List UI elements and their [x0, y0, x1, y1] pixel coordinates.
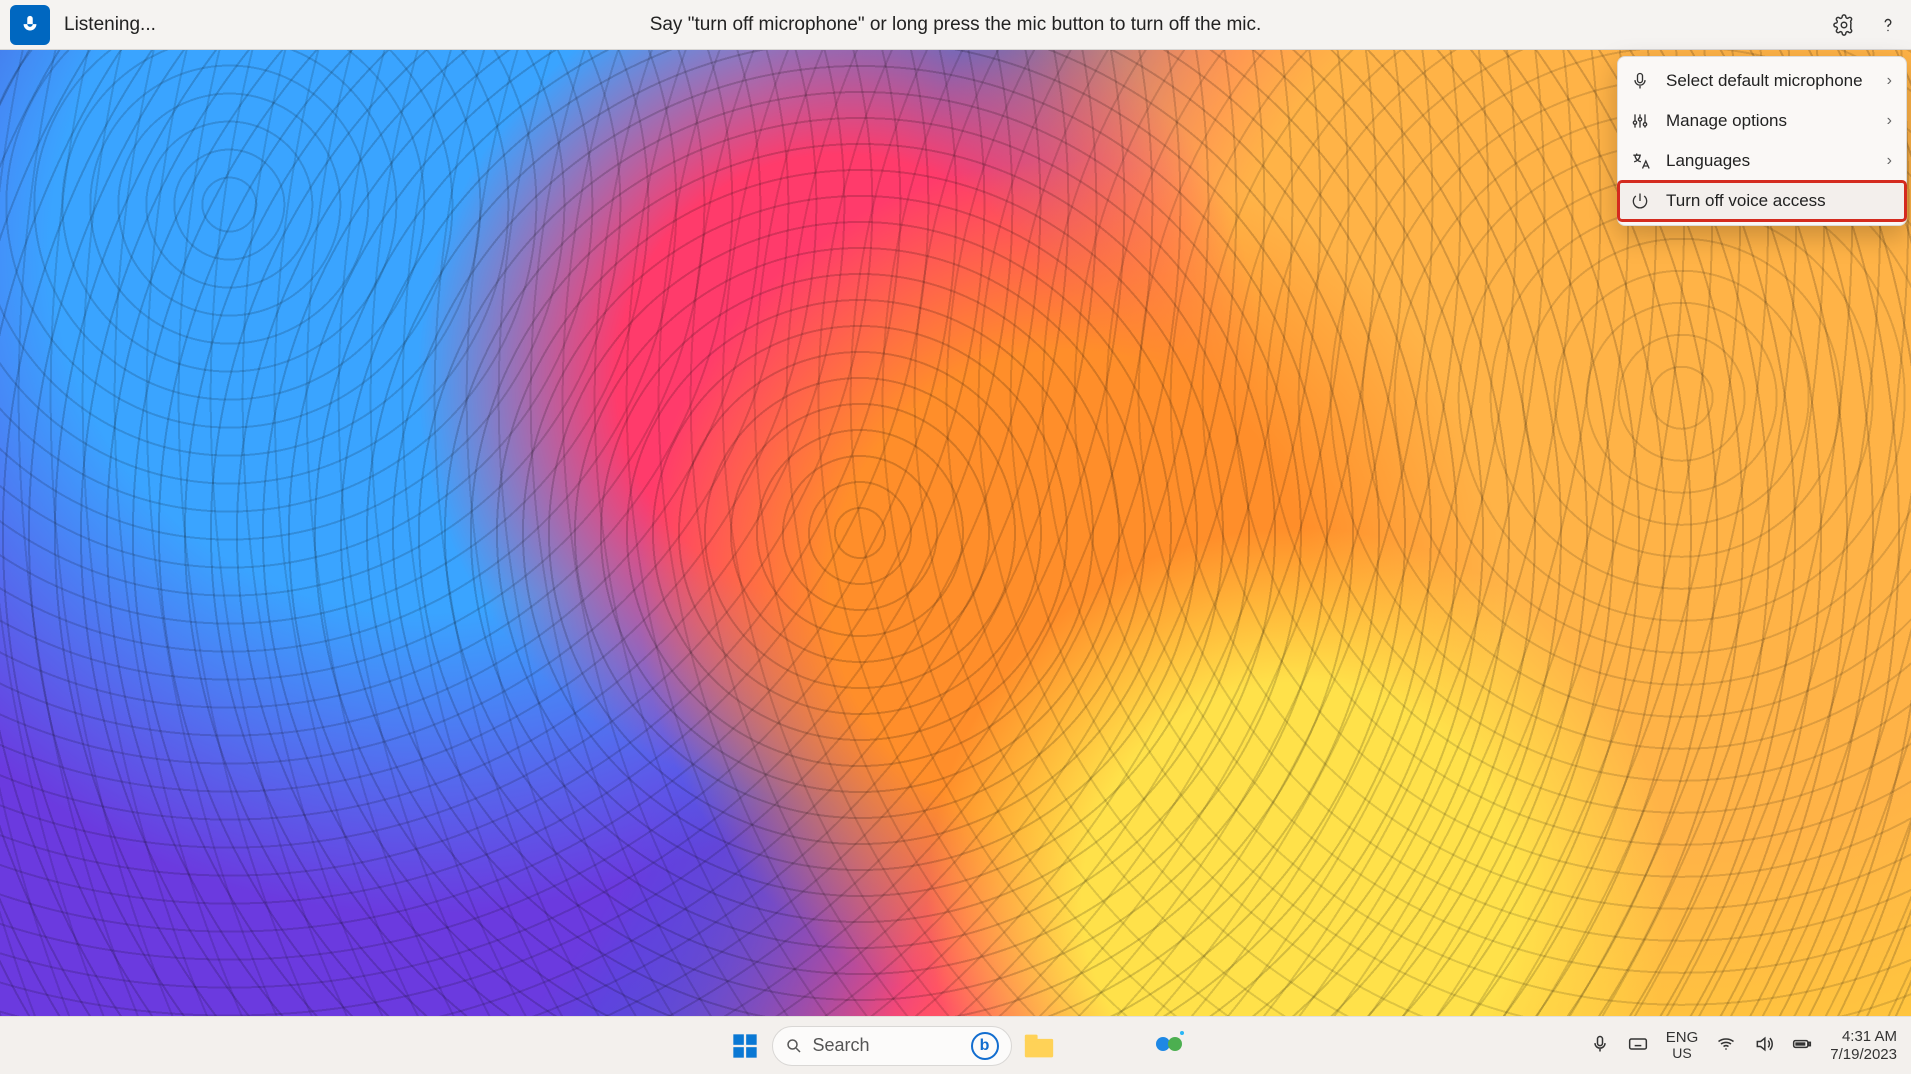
mic-icon — [1630, 71, 1650, 91]
voice-access-bar: Listening... Say "turn off microphone" o… — [0, 0, 1911, 50]
lang-top: ENG — [1666, 1030, 1699, 1047]
menu-item-label: Turn off voice access — [1666, 191, 1826, 211]
search-icon — [785, 1037, 803, 1055]
menu-item-label: Manage options — [1666, 111, 1787, 131]
menu-item-label: Select default microphone — [1666, 71, 1863, 91]
bing-chat-icon[interactable]: b — [971, 1032, 999, 1060]
gear-icon — [1833, 14, 1855, 36]
chevron-right-icon: › — [1887, 152, 1892, 170]
sliders-icon — [1630, 111, 1650, 131]
tray-volume-button[interactable] — [1754, 1034, 1774, 1058]
taskbar-app-file-explorer[interactable] — [1022, 1029, 1056, 1063]
language-indicator[interactable]: ENG US — [1666, 1030, 1699, 1062]
lang-bottom: US — [1666, 1046, 1699, 1061]
settings-button[interactable] — [1831, 12, 1857, 38]
voice-access-hint: Say "turn off microphone" or long press … — [650, 14, 1262, 36]
power-icon — [1630, 191, 1650, 211]
taskbar-search[interactable]: Search b — [772, 1026, 1012, 1066]
windows-logo-icon — [731, 1032, 759, 1060]
mic-icon — [1590, 1034, 1610, 1054]
clock-date: 7/19/2023 — [1830, 1046, 1897, 1063]
wifi-icon — [1716, 1034, 1736, 1054]
volume-icon — [1754, 1034, 1774, 1054]
tray-mic-button[interactable] — [1590, 1034, 1610, 1058]
voice-access-status: Listening... — [64, 14, 156, 36]
taskbar-app-edge[interactable] — [1110, 1029, 1144, 1063]
tray-keyboard-button[interactable] — [1628, 1034, 1648, 1058]
taskbar-app-people[interactable] — [1154, 1031, 1184, 1061]
menu-item-turn-off-voice-access[interactable]: Turn off voice access — [1618, 181, 1906, 221]
keyboard-icon — [1628, 1034, 1648, 1054]
start-button[interactable] — [728, 1029, 762, 1063]
voice-access-settings-menu: Select default microphone › Manage optio… — [1617, 56, 1907, 226]
menu-item-manage-options[interactable]: Manage options › — [1618, 101, 1906, 141]
help-button[interactable] — [1875, 12, 1901, 38]
clock-time: 4:31 AM — [1830, 1028, 1897, 1045]
system-tray: ENG US 4:31 AM 7/19/2023 — [1590, 1028, 1911, 1063]
language-icon — [1630, 151, 1650, 171]
search-placeholder: Search — [813, 1035, 870, 1056]
battery-icon — [1792, 1034, 1812, 1054]
chevron-right-icon: › — [1887, 72, 1892, 90]
clock-button[interactable]: 4:31 AM 7/19/2023 — [1830, 1028, 1897, 1063]
menu-item-select-microphone[interactable]: Select default microphone › — [1618, 61, 1906, 101]
menu-item-label: Languages — [1666, 151, 1750, 171]
folder-icon — [1022, 1029, 1056, 1063]
help-icon — [1877, 14, 1899, 36]
menu-item-languages[interactable]: Languages › — [1618, 141, 1906, 181]
mic-icon — [19, 14, 41, 36]
tray-battery-button[interactable] — [1792, 1034, 1812, 1058]
taskbar-app-paint[interactable] — [1066, 1029, 1100, 1063]
taskbar: Search b ENG US 4:31 AM 7/19/2023 — [0, 1016, 1911, 1074]
mic-toggle-button[interactable] — [10, 5, 50, 45]
chevron-right-icon: › — [1887, 112, 1892, 130]
tray-wifi-button[interactable] — [1716, 1034, 1736, 1058]
